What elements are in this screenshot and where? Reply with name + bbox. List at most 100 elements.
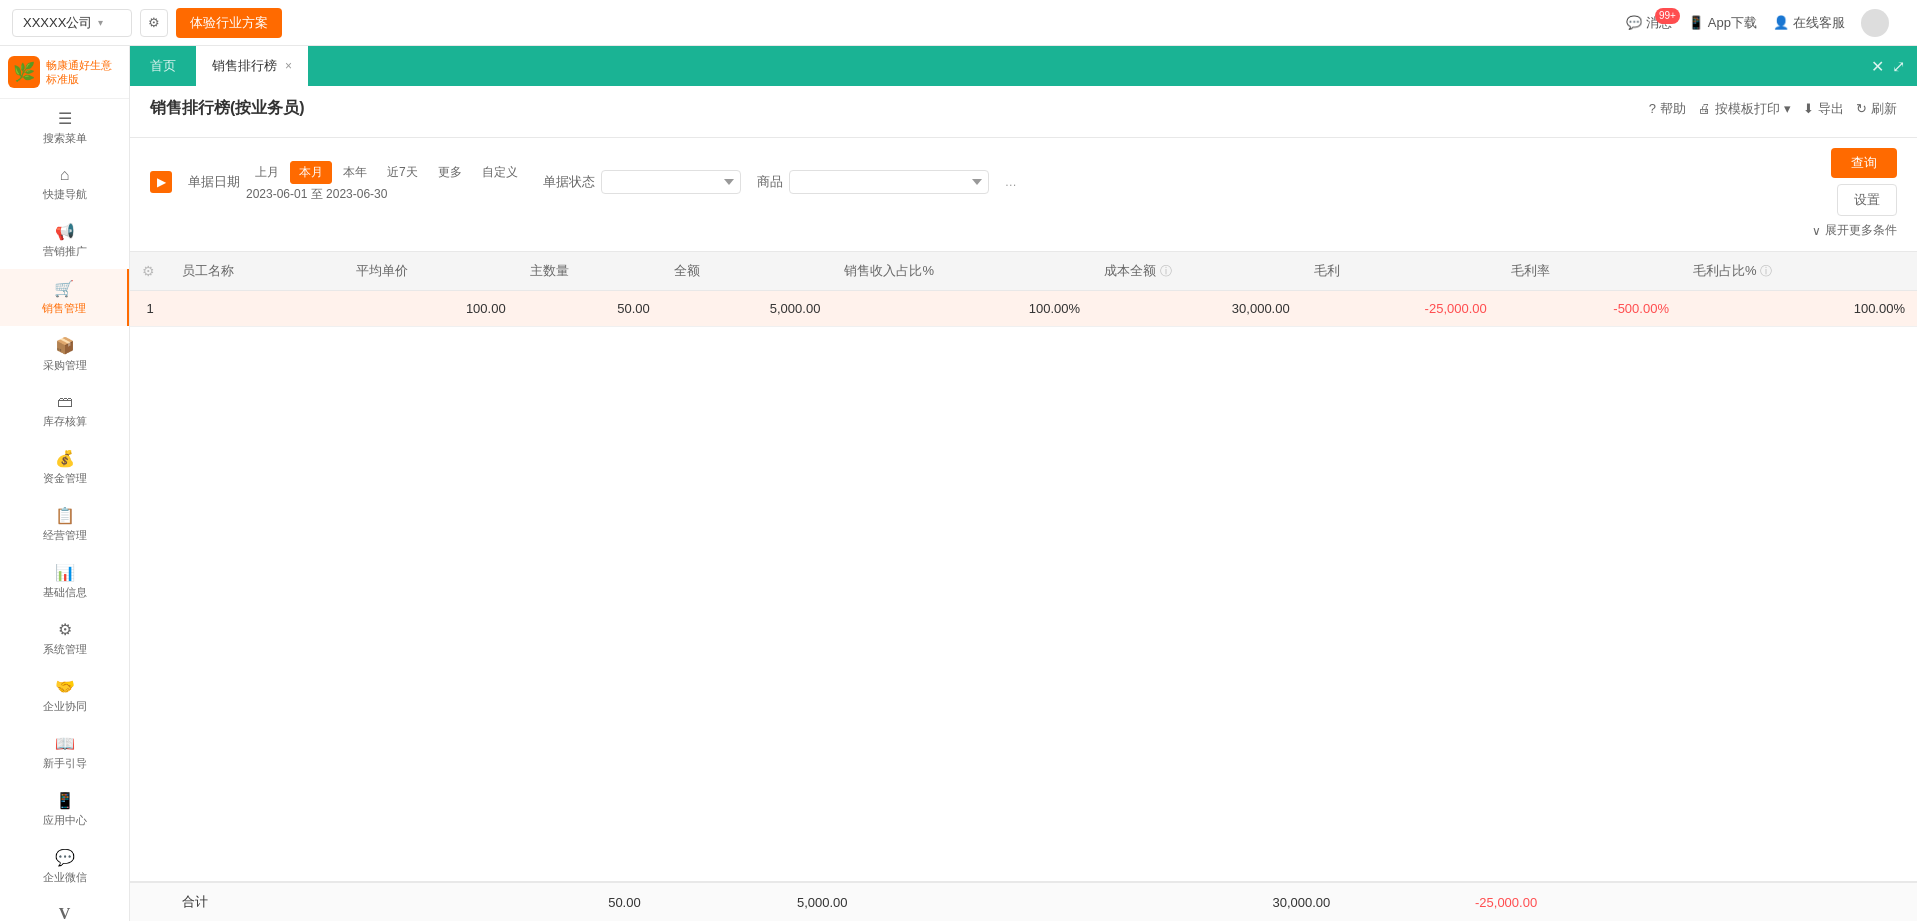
filter-area: ▶ 单据日期 上月 本月 本年 近7天 更多 自定义 [130,138,1917,252]
th-qty: 主数量 [518,252,662,291]
query-button[interactable]: 查询 [1831,148,1897,178]
brand-line1: 畅康通好生意 [46,58,112,72]
app-icon: 📱 [1688,15,1704,30]
tab-expand-icon[interactable]: ⤢ [1892,57,1905,76]
nav-item-search[interactable]: ☰ 搜索菜单 [0,99,129,156]
nav-item-marketing[interactable]: 📢 营销推广 [0,212,129,269]
help-icon: ? [1649,101,1656,116]
tab-home[interactable]: 首页 [130,46,196,86]
cell-profit-ratio: 100.00% [1681,291,1917,327]
export-button[interactable]: ⬇ 导出 [1803,100,1844,118]
nav-label-appstore: 应用中心 [43,813,87,828]
nav-item-system[interactable]: ⚙ 系统管理 [0,610,129,667]
app-download-label: App下载 [1708,14,1757,32]
filter-date-item: 单据日期 上月 本月 本年 近7天 更多 自定义 20 [188,161,527,203]
date-btn-more[interactable]: 更多 [429,161,471,184]
nav-item-guide[interactable]: 📖 新手引导 [0,724,129,781]
expand-more-button[interactable]: ∨ 展开更多条件 [1812,222,1897,239]
app-download-button[interactable]: 📱 App下载 [1688,14,1757,32]
date-btn-this-month[interactable]: 本月 [290,161,332,184]
business-icon: 📋 [55,506,75,525]
collab-icon: 🤝 [55,677,75,696]
page-title-row: 销售排行榜(按业务员) ? 帮助 🖨 按模板打印 ▾ [150,98,1897,119]
th-settings: ⚙ [130,252,170,291]
refresh-icon: ↻ [1856,101,1867,116]
help-button[interactable]: ? 帮助 [1649,100,1686,118]
total-amount: 5,000.00 [653,883,860,921]
th-profit-rate: 毛利率 [1499,252,1681,291]
nav-item-finance[interactable]: 💰 资金管理 [0,439,129,496]
content-area: 首页 销售排行榜 × ✕ ⤢ 销售排行榜(按业务员) [130,46,1917,921]
message-badge: 99+ [1655,8,1680,24]
tab-close-window-icon[interactable]: ✕ [1871,57,1884,76]
message-button[interactable]: 💬 消息 99+ [1626,14,1672,32]
table-row: 1 100.00 50.00 5,000.00 100.00% 30,000.0… [130,291,1917,327]
nav-item-quick[interactable]: ⌂ 快捷导航 [0,156,129,212]
filter-toggle-icon[interactable]: ▶ [150,171,172,193]
date-btn-this-year[interactable]: 本年 [334,161,376,184]
cell-rank: 1 [130,291,170,327]
tab-close-icon[interactable]: × [285,59,292,73]
marketing-icon: 📢 [55,222,75,241]
nav-item-appstore[interactable]: 📱 应用中心 [0,781,129,838]
cell-sales-ratio: 100.00% [832,291,1092,327]
page-title: 销售排行榜(按业务员) [150,98,305,119]
nav-label-quick: 快捷导航 [43,187,87,202]
table-wrapper[interactable]: ⚙ 员工名称 平均单价 主数量 全额 销售收入占比% 成本全额 ⓘ [130,252,1917,881]
nav-item-member[interactable]: V 畅会员 [0,895,129,921]
total-label: 合计 [170,883,285,921]
th-amount: 全额 [662,252,833,291]
profit-ratio-info-icon[interactable]: ⓘ [1760,264,1772,278]
more-filter-link[interactable]: … [1005,175,1017,189]
company-name: XXXXX公司 [23,14,92,32]
nav-label-inventory: 库存核算 [43,414,87,429]
avatar[interactable] [1861,9,1889,37]
nav-item-sales[interactable]: 🛒 销售管理 [0,269,129,326]
goods-input[interactable] [789,170,989,194]
nav-item-business[interactable]: 📋 经营管理 [0,496,129,553]
sidebar: 🌿 畅康通好生意 标准版 ☰ 搜索菜单 ⌂ 快捷导航 📢 营销推广 🛒 [0,46,130,921]
th-sales-ratio: 销售收入占比% [832,252,1092,291]
date-btn-7days[interactable]: 近7天 [378,161,427,184]
total-row-data: 合计 50.00 5,000.00 30,000.00 -25,000.00 [130,883,1917,921]
top-bar: XXXXX公司 ▾ ⚙ 体验行业方案 💬 消息 99+ 📱 App下载 👤 在线… [0,0,1917,46]
tab-active[interactable]: 销售排行榜 × [196,46,308,86]
tab-bar: 首页 销售排行榜 × ✕ ⤢ [130,46,1917,86]
th-profit-ratio: 毛利占比% ⓘ [1681,252,1917,291]
nav-label-search: 搜索菜单 [43,131,87,146]
tab-right-actions: ✕ ⤢ [1871,57,1917,76]
print-icon: 🖨 [1698,101,1711,116]
online-service-button[interactable]: 👤 在线客服 [1773,14,1845,32]
total-profit-ratio [1733,883,1917,921]
service-icon: 👤 [1773,15,1789,30]
refresh-button[interactable]: ↻ 刷新 [1856,100,1897,118]
filter-status-item: 单据状态 [543,170,741,194]
template-print-button[interactable]: 🖨 按模板打印 ▾ [1698,100,1791,118]
brand-icon: 🌿 [8,56,40,88]
page-header: 销售排行榜(按业务员) ? 帮助 🖨 按模板打印 ▾ [130,86,1917,138]
date-btn-custom[interactable]: 自定义 [473,161,527,184]
nav-item-collab[interactable]: 🤝 企业协同 [0,667,129,724]
table-body: 1 100.00 50.00 5,000.00 100.00% 30,000.0… [130,291,1917,327]
nav-item-inventory[interactable]: 🗃 库存核算 [0,383,129,439]
date-btn-last-month[interactable]: 上月 [246,161,288,184]
total-empty-rank [130,883,170,921]
nav-item-purchase[interactable]: 📦 采购管理 [0,326,129,383]
finance-icon: 💰 [55,449,75,468]
nav-item-wechat[interactable]: 💬 企业微信 [0,838,129,895]
status-select[interactable] [601,170,741,194]
settings-icon[interactable]: ⚙ [140,9,168,37]
nav-label-finance: 资金管理 [43,471,87,486]
company-selector[interactable]: XXXXX公司 ▾ [12,9,132,37]
filter-date-label: 单据日期 [188,173,240,191]
cost-info-icon[interactable]: ⓘ [1160,264,1172,278]
cell-profit: -25,000.00 [1302,291,1499,327]
export-icon: ⬇ [1803,101,1814,116]
cell-avg-price: 100.00 [344,291,518,327]
settings-button[interactable]: 设置 [1837,184,1897,216]
column-settings-icon[interactable]: ⚙ [142,263,155,279]
brand: 🌿 畅康通好生意 标准版 [0,46,129,99]
industry-btn[interactable]: 体验行业方案 [176,8,282,38]
nav-item-base[interactable]: 📊 基础信息 [0,553,129,610]
total-row: 合计 50.00 5,000.00 30,000.00 -25,000.00 [130,881,1917,921]
